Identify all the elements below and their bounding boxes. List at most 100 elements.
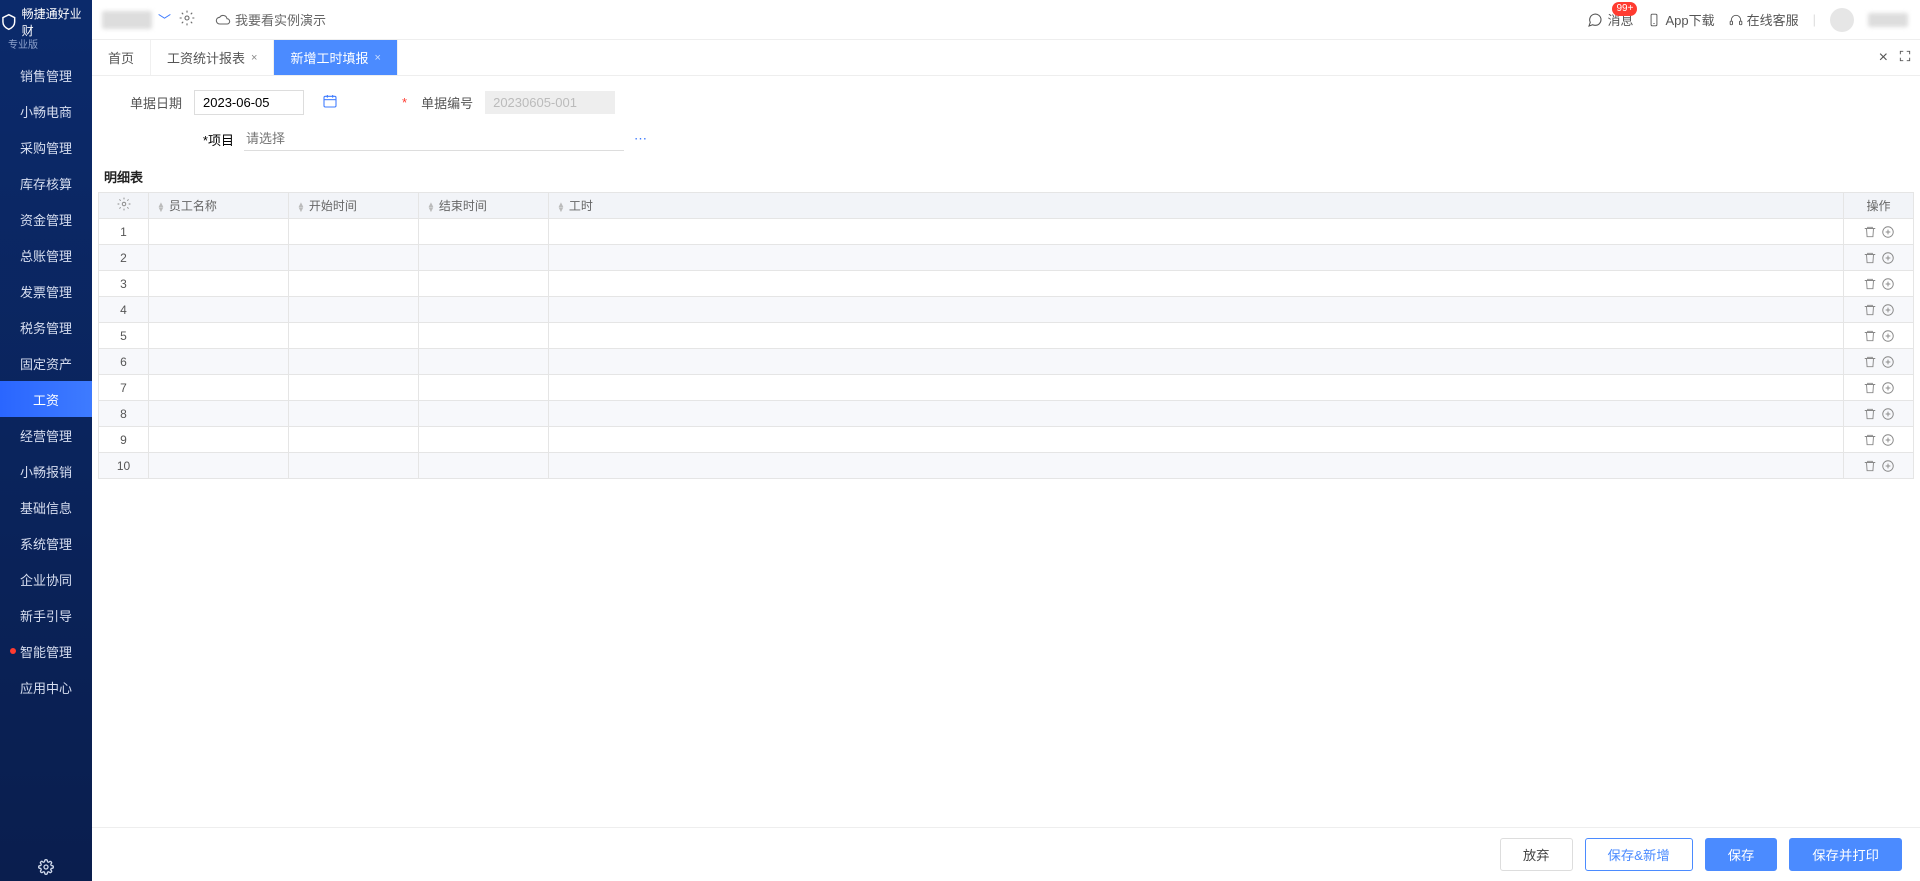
cell-hours[interactable]	[549, 401, 1844, 427]
row-add-button[interactable]	[1879, 276, 1897, 290]
cell-name[interactable]	[149, 271, 289, 297]
sidebar-item-7[interactable]: 税务管理	[0, 309, 92, 345]
cell-name[interactable]	[149, 375, 289, 401]
cell-start[interactable]	[289, 453, 419, 479]
cell-start[interactable]	[289, 427, 419, 453]
cell-name[interactable]	[149, 427, 289, 453]
sidebar-settings-button[interactable]	[0, 853, 92, 881]
column-config-button[interactable]	[99, 193, 149, 219]
row-delete-button[interactable]	[1861, 354, 1879, 368]
sidebar-item-1[interactable]: 小畅电商	[0, 93, 92, 129]
tab-2[interactable]: 新增工时填报×	[274, 40, 397, 75]
cell-start[interactable]	[289, 297, 419, 323]
cell-name[interactable]	[149, 401, 289, 427]
fullscreen-button[interactable]	[1898, 49, 1912, 66]
cell-start[interactable]	[289, 219, 419, 245]
cell-hours[interactable]	[549, 219, 1844, 245]
sidebar-item-15[interactable]: 新手引导	[0, 597, 92, 633]
online-service-button[interactable]: 在线客服	[1729, 10, 1799, 29]
sidebar-item-17[interactable]: 应用中心	[0, 669, 92, 705]
row-add-button[interactable]	[1879, 432, 1897, 446]
row-delete-button[interactable]	[1861, 380, 1879, 394]
sidebar-item-5[interactable]: 总账管理	[0, 237, 92, 273]
row-delete-button[interactable]	[1861, 406, 1879, 420]
org-selector[interactable]: ﹀	[102, 10, 171, 29]
row-delete-button[interactable]	[1861, 328, 1879, 342]
demo-link[interactable]: 我要看实例演示	[215, 10, 326, 29]
app-download-button[interactable]: App下载	[1647, 10, 1714, 29]
date-input[interactable]	[194, 90, 304, 115]
row-add-button[interactable]	[1879, 354, 1897, 368]
save-button[interactable]: 保存	[1705, 838, 1778, 871]
cell-name[interactable]	[149, 349, 289, 375]
cell-end[interactable]	[419, 375, 549, 401]
user-avatar[interactable]	[1830, 8, 1854, 32]
cell-end[interactable]	[419, 401, 549, 427]
cell-hours[interactable]	[549, 349, 1844, 375]
cell-end[interactable]	[419, 297, 549, 323]
cell-end[interactable]	[419, 427, 549, 453]
sidebar-item-12[interactable]: 基础信息	[0, 489, 92, 525]
row-delete-button[interactable]	[1861, 432, 1879, 446]
cell-hours[interactable]	[549, 245, 1844, 271]
sidebar-item-6[interactable]: 发票管理	[0, 273, 92, 309]
col-end-time[interactable]: ▲▼结束时间	[419, 193, 549, 219]
row-add-button[interactable]	[1879, 380, 1897, 394]
save-and-new-button[interactable]: 保存&新增	[1585, 838, 1693, 871]
sidebar-item-16[interactable]: 智能管理	[0, 633, 92, 669]
messages-button[interactable]: 消息 99+	[1587, 10, 1633, 29]
col-hours[interactable]: ▲▼工时	[549, 193, 1844, 219]
row-delete-button[interactable]	[1861, 250, 1879, 264]
cell-name[interactable]	[149, 219, 289, 245]
cell-start[interactable]	[289, 375, 419, 401]
row-add-button[interactable]	[1879, 406, 1897, 420]
cell-start[interactable]	[289, 323, 419, 349]
row-delete-button[interactable]	[1861, 224, 1879, 238]
cell-start[interactable]	[289, 401, 419, 427]
tab-0[interactable]: 首页	[92, 40, 151, 75]
cell-hours[interactable]	[549, 375, 1844, 401]
sidebar-item-0[interactable]: 销售管理	[0, 57, 92, 93]
cell-start[interactable]	[289, 271, 419, 297]
sidebar-item-14[interactable]: 企业协同	[0, 561, 92, 597]
sidebar-item-8[interactable]: 固定资产	[0, 345, 92, 381]
project-more-button[interactable]: ⋯	[634, 131, 649, 147]
sidebar-item-9[interactable]: 工资	[0, 381, 92, 417]
cell-hours[interactable]	[549, 271, 1844, 297]
cell-end[interactable]	[419, 219, 549, 245]
row-add-button[interactable]	[1879, 328, 1897, 342]
row-add-button[interactable]	[1879, 458, 1897, 472]
row-delete-button[interactable]	[1861, 302, 1879, 316]
calendar-icon[interactable]	[322, 93, 338, 112]
sidebar-item-3[interactable]: 库存核算	[0, 165, 92, 201]
cell-name[interactable]	[149, 297, 289, 323]
cell-start[interactable]	[289, 245, 419, 271]
topbar-settings-button[interactable]	[179, 10, 195, 29]
cell-end[interactable]	[419, 349, 549, 375]
sidebar-item-13[interactable]: 系统管理	[0, 525, 92, 561]
sidebar-item-10[interactable]: 经营管理	[0, 417, 92, 453]
cell-hours[interactable]	[549, 453, 1844, 479]
row-add-button[interactable]	[1879, 302, 1897, 316]
save-and-print-button[interactable]: 保存并打印	[1789, 838, 1902, 871]
cell-name[interactable]	[149, 453, 289, 479]
cell-hours[interactable]	[549, 297, 1844, 323]
row-add-button[interactable]	[1879, 250, 1897, 264]
cell-end[interactable]	[419, 245, 549, 271]
tabs-close-all-button[interactable]: ×	[1879, 49, 1888, 67]
col-start-time[interactable]: ▲▼开始时间	[289, 193, 419, 219]
cell-name[interactable]	[149, 245, 289, 271]
tab-1[interactable]: 工资统计报表×	[151, 40, 274, 75]
cell-name[interactable]	[149, 323, 289, 349]
tab-close-1[interactable]: ×	[251, 52, 257, 64]
cell-end[interactable]	[419, 323, 549, 349]
row-delete-button[interactable]	[1861, 276, 1879, 290]
discard-button[interactable]: 放弃	[1500, 838, 1573, 871]
cell-hours[interactable]	[549, 323, 1844, 349]
row-delete-button[interactable]	[1861, 458, 1879, 472]
sidebar-item-2[interactable]: 采购管理	[0, 129, 92, 165]
cell-start[interactable]	[289, 349, 419, 375]
cell-end[interactable]	[419, 453, 549, 479]
col-employee-name[interactable]: ▲▼员工名称	[149, 193, 289, 219]
cell-hours[interactable]	[549, 427, 1844, 453]
